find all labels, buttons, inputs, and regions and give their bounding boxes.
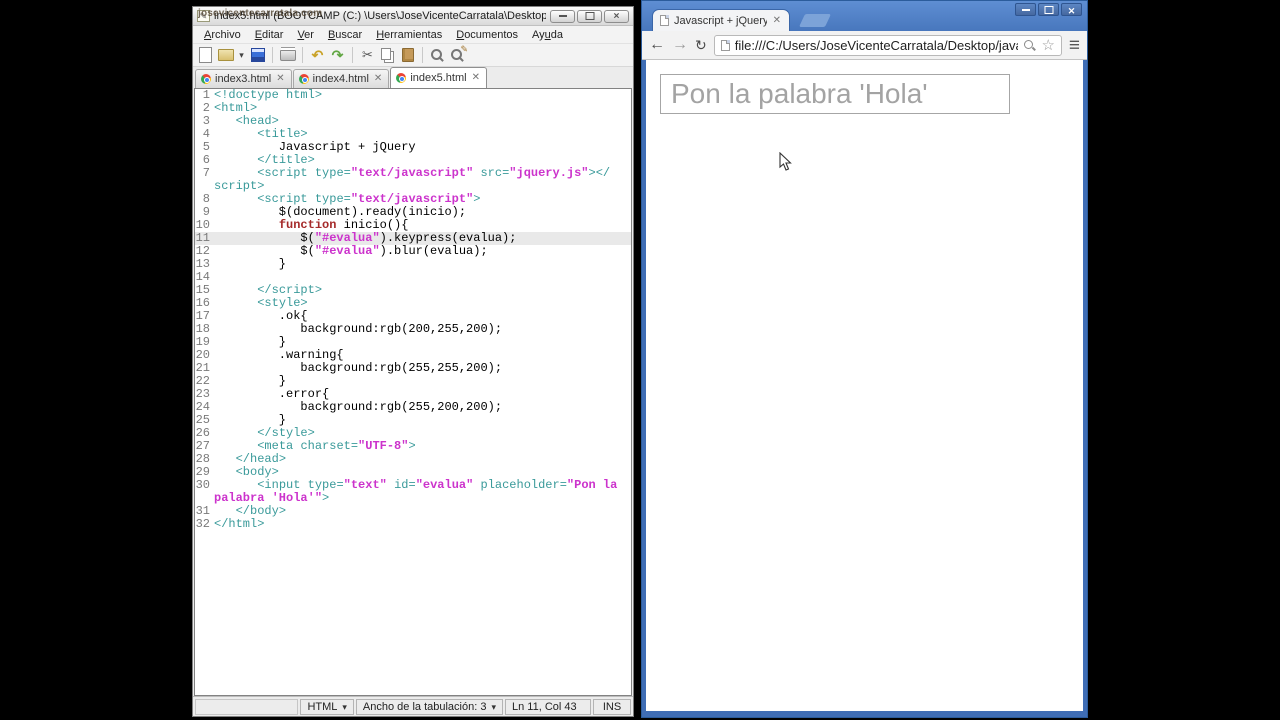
paste-icon[interactable]	[399, 47, 416, 64]
code-text: <script type="text/javascript" src="jque…	[214, 166, 611, 193]
toolbar-separator	[422, 47, 423, 63]
line-number: 32	[195, 517, 210, 531]
copy-icon[interactable]	[379, 47, 396, 64]
reload-icon[interactable]: ↻	[695, 38, 707, 52]
gedit-statusbar: HTML Ancho de la tabulación: 3 Ln 11, Co…	[193, 696, 633, 716]
tab-close-icon[interactable]: ✕	[373, 74, 383, 84]
close-button[interactable]	[604, 9, 629, 23]
insert-mode-indicator: INS	[593, 698, 631, 715]
redo-icon[interactable]	[329, 47, 346, 64]
browser-window: Javascript + jQuery ✕ ← → ↻ file:///C:/U…	[641, 0, 1088, 718]
minimize-button[interactable]	[1015, 3, 1036, 16]
html-file-icon	[201, 74, 211, 84]
browser-toolbar: ← → ↻ file:///C:/Users/JoseVicenteCarrat…	[642, 31, 1087, 60]
address-bar[interactable]: file:///C:/Users/JoseVicenteCarratala/De…	[713, 34, 1062, 56]
minimize-button[interactable]	[550, 9, 575, 23]
hamburger-menu-icon[interactable]: ≡	[1069, 36, 1080, 55]
gedit-tabbar: index3.html ✕ index4.html ✕ index5.html ✕	[193, 67, 633, 88]
html-file-icon	[396, 73, 407, 83]
browser-titlebar[interactable]: Javascript + jQuery ✕	[642, 1, 1087, 31]
chevron-down-icon	[342, 701, 347, 713]
editor-tab-index3-html[interactable]: index3.html ✕	[195, 69, 292, 88]
code-line[interactable]: 13 }	[195, 258, 631, 271]
open-folder-icon[interactable]	[217, 47, 234, 64]
gedit-toolbar: ✎	[193, 44, 633, 67]
gedit-window: ✎ index5.html (BOOTCAMP (C:) \Users\Jose…	[192, 6, 634, 717]
forward-icon[interactable]: →	[672, 37, 688, 53]
tab-label: index4.html	[312, 73, 369, 85]
cursor-position: Ln 11, Col 43	[505, 698, 591, 715]
statusbar-spacer	[195, 698, 299, 715]
new-document-icon[interactable]	[197, 47, 214, 64]
new-tab-button[interactable]	[798, 14, 832, 27]
line-number: 30	[195, 478, 210, 492]
tab-close-icon[interactable]: ✕	[772, 15, 782, 26]
save-icon[interactable]	[249, 47, 266, 64]
mouse-cursor	[779, 152, 792, 171]
menu-editar[interactable]: Editar	[248, 28, 291, 42]
undo-icon[interactable]	[309, 47, 326, 64]
editor-tab-index4-html[interactable]: index4.html ✕	[292, 69, 390, 88]
tab-width-selector[interactable]: Ancho de la tabulación: 3	[355, 698, 503, 715]
menu-ver[interactable]: Ver	[290, 28, 321, 42]
code-line[interactable]: 30 <input type="text" id="evalua" placeh…	[195, 479, 631, 505]
video-watermark: josevicentecarratala.com	[198, 8, 323, 19]
search-icon[interactable]	[429, 47, 446, 64]
print-icon[interactable]	[279, 47, 296, 64]
browser-page-content	[646, 60, 1083, 711]
chevron-down-icon	[491, 701, 496, 713]
browser-tab[interactable]: Javascript + jQuery ✕	[652, 9, 790, 31]
maximize-button[interactable]	[1038, 3, 1059, 16]
gedit-menubar: Archivo Editar Ver Buscar Herramientas Docume…	[193, 26, 633, 44]
cut-icon[interactable]	[359, 47, 376, 64]
menu-buscar[interactable]: Buscar	[321, 28, 369, 42]
page-icon	[720, 39, 730, 51]
open-dropdown-icon[interactable]	[237, 47, 246, 64]
menu-ayuda[interactable]: Ayuda	[525, 28, 570, 42]
code-text: </html>	[214, 517, 265, 531]
zoom-icon[interactable]	[1023, 39, 1036, 52]
page-favicon	[660, 15, 669, 26]
toolbar-separator	[272, 47, 273, 63]
search-replace-icon[interactable]: ✎	[449, 44, 468, 64]
code-text: <input type="text" id="evalua" placehold…	[214, 478, 618, 505]
maximize-button[interactable]	[577, 9, 602, 23]
browser-tab-title: Javascript + jQuery	[674, 14, 767, 27]
code-line[interactable]: 7 <script type="text/javascript" src="jq…	[195, 167, 631, 193]
tab-close-icon[interactable]: ✕	[275, 74, 285, 84]
close-button[interactable]	[1061, 3, 1082, 16]
toolbar-separator	[302, 47, 303, 63]
language-selector[interactable]: HTML	[300, 698, 354, 715]
line-number: 7	[202, 166, 210, 180]
menu-documentos[interactable]: Documentos	[449, 28, 525, 42]
code-text: }	[214, 257, 287, 271]
evalua-text-input[interactable]	[660, 74, 1010, 114]
code-line[interactable]: 32 </html>	[195, 518, 631, 531]
editor-tab-index5-html[interactable]: index5.html ✕	[390, 67, 487, 88]
url-text[interactable]: file:///C:/Users/JoseVicenteCarratala/De…	[735, 38, 1019, 53]
menu-archivo[interactable]: Archivo	[197, 28, 248, 42]
tab-label: index3.html	[215, 73, 272, 85]
bookmark-star-icon[interactable]: ☆	[1041, 38, 1054, 53]
code-line[interactable]: 1 <!doctype html>	[195, 89, 631, 102]
menu-herramientas[interactable]: Herramientas	[369, 28, 449, 42]
toolbar-separator	[352, 47, 353, 63]
code-editor[interactable]: 1 <!doctype html> 2 <html> 3 <head> 4 <title>…	[194, 88, 632, 696]
back-icon[interactable]: ←	[649, 37, 665, 53]
html-file-icon	[298, 74, 309, 84]
tab-close-icon[interactable]: ✕	[471, 73, 481, 83]
tab-label: index5.html	[410, 72, 467, 84]
